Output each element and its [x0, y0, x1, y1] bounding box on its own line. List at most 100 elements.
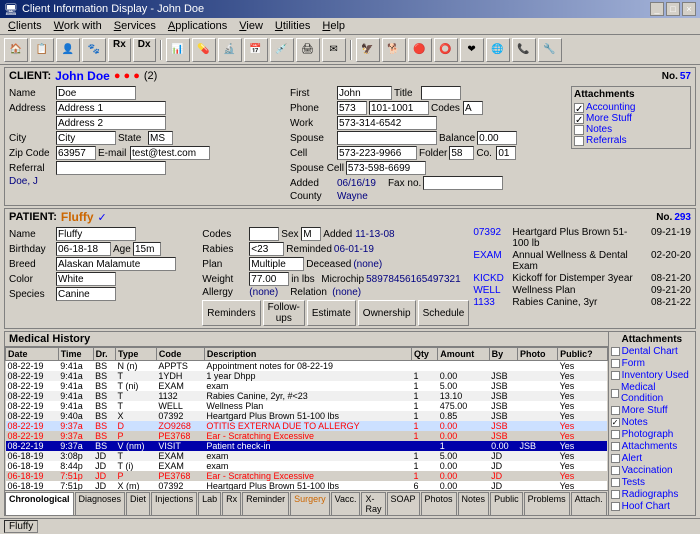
medical-attach-checkbox[interactable]	[611, 359, 620, 368]
medical-attach-checkbox[interactable]	[611, 406, 620, 415]
title-bar-buttons[interactable]: _ □ ×	[650, 2, 696, 16]
work-input[interactable]	[337, 116, 437, 130]
menu-help[interactable]: Help	[316, 19, 351, 33]
record-code-1[interactable]: 07392	[473, 227, 508, 249]
rabies-input[interactable]	[249, 242, 284, 256]
ownership-button[interactable]: Ownership	[358, 300, 416, 326]
folder-input[interactable]	[449, 146, 474, 160]
toolbar-btn-16[interactable]: ❤	[460, 38, 484, 62]
codes-input[interactable]	[463, 101, 483, 115]
attach-accounting-checkbox[interactable]: ✓	[574, 103, 584, 113]
attach-morestuff-link[interactable]: More Stuff	[586, 113, 632, 124]
bottom-tab-public[interactable]: Public	[490, 492, 523, 515]
attach-notes-checkbox[interactable]	[574, 125, 584, 135]
birthday-input[interactable]	[56, 242, 111, 256]
toolbar-btn-8[interactable]: 📅	[244, 38, 268, 62]
toolbar-btn-12[interactable]: 🦅	[356, 38, 380, 62]
toolbar-btn-10[interactable]: 🖨	[296, 38, 320, 62]
estimate-button[interactable]: Estimate	[307, 300, 356, 326]
toolbar-dx-btn[interactable]: Dx	[133, 38, 156, 62]
pat-codes-input[interactable]	[249, 227, 279, 241]
client-name[interactable]: John Doe	[55, 69, 110, 83]
medical-attach-checkbox[interactable]	[611, 418, 620, 427]
state-input[interactable]	[148, 131, 173, 145]
toolbar-btn-5[interactable]: 📊	[166, 38, 190, 62]
medical-attach-link[interactable]: Medical Condition	[621, 382, 693, 404]
medical-attach-link[interactable]: More Stuff	[622, 405, 668, 416]
toolbar-btn-9[interactable]: 💉	[270, 38, 294, 62]
name-input[interactable]	[56, 86, 136, 100]
medical-attach-link[interactable]: Photograph	[622, 429, 674, 440]
table-row[interactable]: 08-22-199:41aBST1132Rabies Canine, 2yr, …	[6, 391, 608, 401]
bottom-tab-xray[interactable]: X-Ray	[361, 492, 385, 515]
menu-clients[interactable]: Clients	[2, 19, 48, 33]
referral-input[interactable]	[56, 161, 166, 175]
toolbar-btn-7[interactable]: 🔬	[218, 38, 242, 62]
medical-attach-checkbox[interactable]	[611, 466, 620, 475]
medical-attach-checkbox[interactable]	[611, 371, 620, 380]
toolbar-btn-17[interactable]: 🌐	[486, 38, 510, 62]
medical-attach-link[interactable]: Form	[622, 358, 645, 369]
medical-attach-checkbox[interactable]	[611, 454, 620, 463]
toolbar-btn-14[interactable]: 🔴	[408, 38, 432, 62]
address2-input[interactable]	[56, 116, 166, 130]
toolbar-btn-4[interactable]: 🐾	[82, 38, 106, 62]
bottom-tab-diet[interactable]: Diet	[126, 492, 150, 515]
record-code-3[interactable]: KICKD	[473, 273, 508, 284]
menu-workwith[interactable]: Work with	[48, 19, 108, 33]
table-row[interactable]: 08-22-199:41aBST (ni)EXAMexam15.00JSBYes	[6, 381, 608, 391]
bottom-tab-attach[interactable]: Attach.	[571, 492, 607, 515]
table-row[interactable]: 08-22-199:37aBSDZO9268OTITIS EXTERNA DUE…	[6, 421, 608, 431]
bottom-tab-soap[interactable]: SOAP	[387, 492, 420, 515]
toolbar-btn-15[interactable]: ⭕	[434, 38, 458, 62]
table-row[interactable]: 08-22-199:40aBSX07392Heartgard Plus Brow…	[6, 411, 608, 421]
medical-attach-checkbox[interactable]	[611, 389, 619, 398]
bottom-tab-notes[interactable]: Notes	[458, 492, 490, 515]
age-input[interactable]	[133, 242, 161, 256]
maximize-button[interactable]: □	[666, 2, 680, 16]
spousecell-input[interactable]	[346, 161, 426, 175]
toolbar-btn-18[interactable]: 📞	[512, 38, 536, 62]
color-input[interactable]	[56, 272, 116, 286]
medical-attach-checkbox[interactable]	[611, 442, 620, 451]
patient-name[interactable]: Fluffy	[61, 210, 94, 224]
fax-input[interactable]	[423, 176, 503, 190]
table-row[interactable]: 08-22-199:41aBST1YDH1 year Dhpp10.00JSBY…	[6, 371, 608, 381]
minimize-button[interactable]: _	[650, 2, 664, 16]
record-code-2[interactable]: EXAM	[473, 250, 508, 272]
co-input[interactable]	[496, 146, 516, 160]
menu-view[interactable]: View	[233, 19, 269, 33]
table-row[interactable]: 08-22-199:41aBSTWELLWellness Plan1475.00…	[6, 401, 608, 411]
first-input[interactable]	[337, 86, 392, 100]
medical-attach-link[interactable]: Notes	[622, 417, 648, 428]
medical-attach-link[interactable]: Inventory Used	[622, 370, 689, 381]
schedule-button[interactable]: Schedule	[418, 300, 470, 326]
toolbar-btn-11[interactable]: ✉	[322, 38, 346, 62]
pat-name-input[interactable]	[56, 227, 136, 241]
record-code-4[interactable]: WELL	[473, 285, 508, 296]
bottom-tab-diagnoses[interactable]: Diagnoses	[75, 492, 126, 515]
attach-notes-link[interactable]: Notes	[586, 124, 612, 135]
bottom-tab-surgery[interactable]: Surgery	[290, 492, 330, 515]
toolbar-rx-btn[interactable]: Rx	[108, 38, 131, 62]
medical-attach-checkbox[interactable]	[611, 430, 620, 439]
medical-attach-link[interactable]: Alert	[622, 453, 643, 464]
balance-input[interactable]	[477, 131, 517, 145]
table-row[interactable]: 06-18-193:08pJDTEXAMexam15.00JDYes	[6, 451, 608, 461]
medical-attach-link[interactable]: Attachments	[622, 441, 678, 452]
medical-attach-link[interactable]: Dental Chart	[622, 346, 678, 357]
attach-referrals-link[interactable]: Referrals	[586, 135, 627, 146]
table-row[interactable]: 08-22-199:37aBSV (nm)VISITPatient check-…	[6, 441, 608, 451]
toolbar-btn-2[interactable]: 📋	[30, 38, 54, 62]
species-input[interactable]	[56, 287, 116, 301]
table-row[interactable]: 08-22-199:37aBSPPE3768Ear - Scratching E…	[6, 431, 608, 441]
email-input[interactable]	[130, 146, 210, 160]
breed-input[interactable]	[56, 257, 176, 271]
bottom-tab-chronological[interactable]: Chronological	[5, 492, 74, 515]
weight-input[interactable]	[249, 272, 289, 286]
medical-attach-link[interactable]: Hoof Chart	[622, 501, 670, 512]
table-row[interactable]: 08-22-199:41aBSN (n)APPTSAppointment not…	[6, 361, 608, 372]
medical-attach-checkbox[interactable]	[611, 478, 620, 487]
toolbar-btn-3[interactable]: 👤	[56, 38, 80, 62]
bottom-tab-reminder[interactable]: Reminder	[242, 492, 289, 515]
